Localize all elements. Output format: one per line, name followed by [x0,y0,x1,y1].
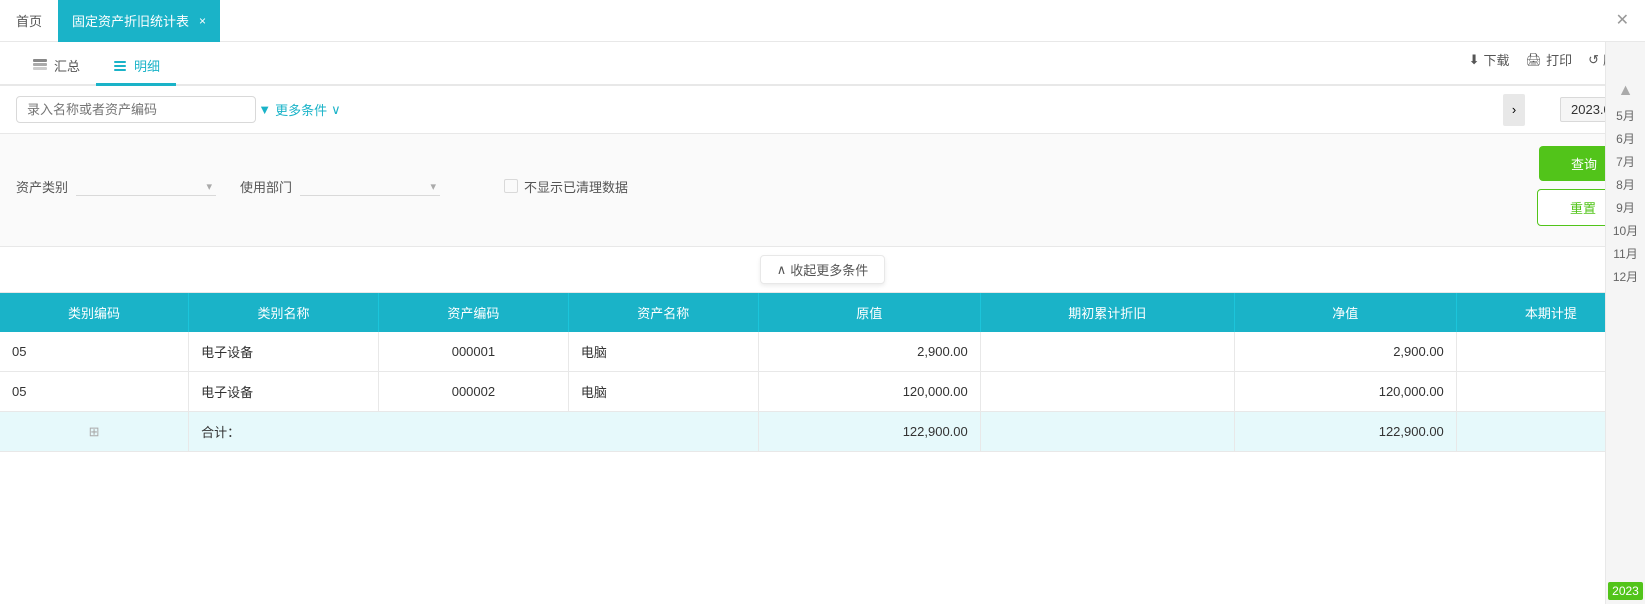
right-sidebar: ▲ 5月6月7月8月9月10月11月12月 2023 [1605,42,1645,604]
sidebar-nav-up[interactable]: ▲ [1618,82,1634,100]
summary-net-value: 122,900.00 [1234,412,1456,452]
more-conditions-button[interactable]: ▼ 更多条件 ∨ [258,100,340,119]
summary-label: 合计： [189,412,759,452]
col-asset-name: 资产名称 [568,293,758,332]
sub-tabs-bar: 汇总 明细 ⬇ 下载 🖨 打印 ↺ 刷新 [0,42,1645,86]
cell-asset-name: 电脑 [568,332,758,372]
table-body: 05 电子设备 000001 电脑 2,900.00 2,900.00 05 电… [0,332,1645,452]
active-tab[interactable]: 固定资产折旧统计表 × [58,0,220,42]
print-icon: 🖨 [1526,52,1543,68]
cell-net-value: 120,000.00 [1234,372,1456,412]
download-label: 下载 [1484,50,1510,69]
cell-original-value: 2,900.00 [758,332,980,372]
collapse-icon: ∧ [777,262,787,278]
print-button[interactable]: 🖨 打印 [1526,50,1573,69]
cell-category-name: 电子设备 [189,372,379,412]
summary-icon-cell: ⊞ [0,412,189,452]
summary-accumulated [980,412,1234,452]
list-icon [112,58,128,74]
col-net-value: 净值 [1234,293,1456,332]
asset-type-filter: 资产类别 [16,176,216,196]
sidebar-month-item[interactable]: 5月 [1613,104,1638,127]
cell-category-code: 05 [0,372,189,412]
col-category-name: 类别名称 [189,293,379,332]
cell-asset-name: 电脑 [568,372,758,412]
cell-original-value: 120,000.00 [758,372,980,412]
collapse-button[interactable]: ∧ 收起更多条件 [760,255,886,284]
sidebar-month-item[interactable]: 8月 [1613,173,1638,196]
filter-row: 资产类别 使用部门 不显示已清理数据 [16,146,1629,226]
department-select-wrap [300,176,440,196]
cell-net-value: 2,900.00 [1234,332,1456,372]
cell-asset-code: 000002 [378,372,568,412]
nav-right-arrow[interactable]: › [1503,94,1525,126]
sidebar-month-item[interactable]: 11月 [1613,242,1638,265]
asset-type-select-wrap [76,176,216,196]
tab-summary-label: 汇总 [54,56,80,75]
table-row: 05 电子设备 000002 电脑 120,000.00 120,000.00 [0,372,1645,412]
summary-row: ⊞ 合计： 122,900.00 122,900.00 [0,412,1645,452]
layers-icon [32,58,48,74]
filter-panel: 资产类别 使用部门 不显示已清理数据 [0,134,1645,247]
search-input[interactable] [16,96,256,123]
download-button[interactable]: ⬇ 下载 [1469,50,1510,69]
cell-category-code: 05 [0,332,189,372]
cell-accumulated-depreciation [980,372,1234,412]
top-nav: 首页 固定资产折旧统计表 × ✕ [0,0,1645,42]
col-category-code: 类别编码 [0,293,189,332]
sidebar-year-badge: 2023 [1608,582,1643,600]
sidebar-month-item[interactable]: 9月 [1613,196,1638,219]
department-label: 使用部门 [240,177,292,196]
sidebar-month-item[interactable]: 6月 [1613,127,1638,150]
asset-type-select[interactable] [76,176,216,196]
chevron-down-icon: ∨ [331,102,341,118]
tab-detail[interactable]: 明细 [96,48,176,86]
hide-cleared-checkbox[interactable] [504,179,518,193]
cell-accumulated-depreciation [980,332,1234,372]
data-table: 类别编码 类别名称 资产编码 资产名称 原值 期初累计折旧 净值 本期计提 05… [0,293,1645,452]
cell-category-name: 电子设备 [189,332,379,372]
col-original-value: 原值 [758,293,980,332]
tab-close-icon[interactable]: × [199,14,206,28]
hide-cleared-filter: 不显示已清理数据 [504,177,628,196]
col-accumulated-depreciation: 期初累计折旧 [980,293,1234,332]
collapse-row: ∧ 收起更多条件 [0,247,1645,293]
print-label: 打印 [1546,50,1572,69]
search-bar: 🔍 ▼ 更多条件 ∨ › 2023.01 [0,86,1645,134]
table-header-row: 类别编码 类别名称 资产编码 资产名称 原值 期初累计折旧 净值 本期计提 [0,293,1645,332]
department-select[interactable] [300,176,440,196]
col-asset-code: 资产编码 [378,293,568,332]
sidebar-month-item[interactable]: 10月 [1613,219,1638,242]
sidebar-month-item[interactable]: 12月 [1613,265,1638,288]
asset-type-label: 资产类别 [16,177,68,196]
sidebar-months: 5月6月7月8月9月10月11月12月 [1613,104,1638,288]
more-conditions-label: 更多条件 [275,100,327,119]
collapse-label: 收起更多条件 [790,260,868,279]
tab-detail-label: 明细 [134,56,160,75]
cell-asset-code: 000001 [378,332,568,372]
table-row: 05 电子设备 000001 电脑 2,900.00 2,900.00 [0,332,1645,372]
department-filter: 使用部门 [240,176,440,196]
refresh-icon: ↺ [1588,52,1599,68]
window-close-button[interactable]: ✕ [1616,10,1629,30]
tab-summary[interactable]: 汇总 [16,48,96,86]
summary-original-value: 122,900.00 [758,412,980,452]
hide-cleared-label: 不显示已清理数据 [524,177,628,196]
sidebar-month-item[interactable]: 7月 [1613,150,1638,173]
download-icon: ⬇ [1469,52,1480,68]
filter-icon: ▼ [258,102,271,117]
tab-label: 固定资产折旧统计表 [72,11,189,30]
main-content: 汇总 明细 ⬇ 下载 🖨 打印 ↺ 刷新 [0,42,1645,604]
table-wrap: 类别编码 类别名称 资产编码 资产名称 原值 期初累计折旧 净值 本期计提 05… [0,293,1645,604]
home-link[interactable]: 首页 [16,11,58,30]
